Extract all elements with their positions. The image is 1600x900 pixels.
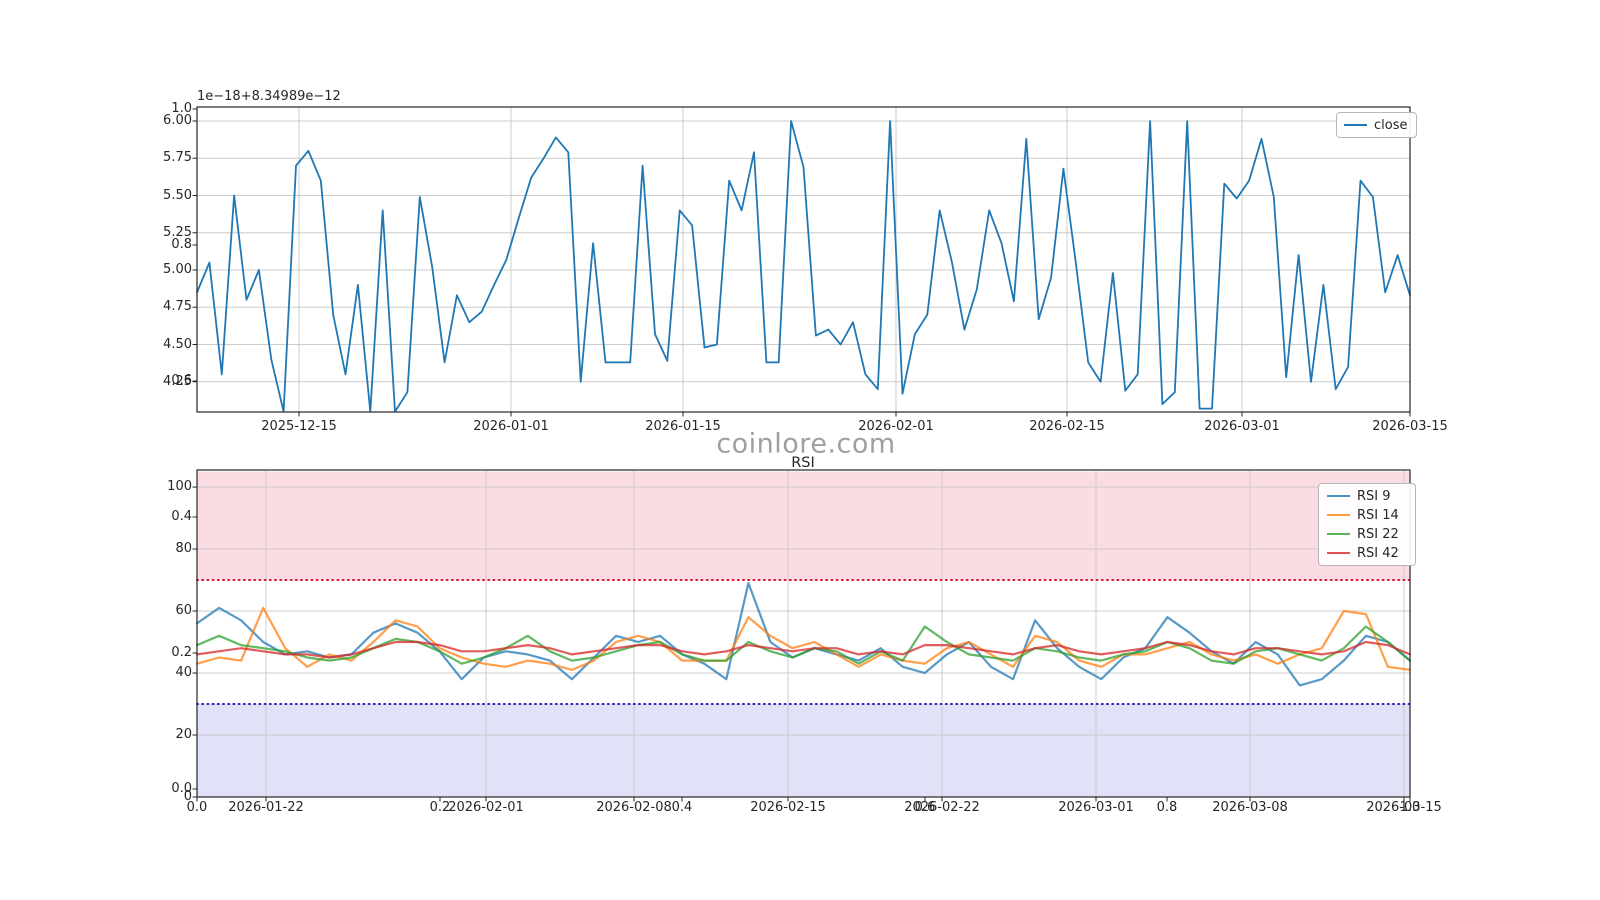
rsi42-legend-label: RSI 42 (1357, 545, 1399, 561)
rsi-overbought-band (197, 471, 1410, 581)
figure: 6.00 5.75 5.50 5.25 5.00 4.75 4.50 4.25 2025-12-… (0, 0, 1600, 900)
rsi22-legend-label: RSI 22 (1357, 526, 1399, 542)
close-legend-line-swatch (1344, 123, 1367, 127)
rsi-line-rsi9 (195, 581, 1412, 687)
close-line (196, 120, 1411, 413)
rsi-legend: RSI 9 RSI 14 RSI 22 RSI 42 (1318, 483, 1416, 566)
close-legend: close (1336, 112, 1417, 138)
rsi42-legend-line-swatch (1327, 551, 1350, 555)
close-legend-label: close (1374, 117, 1408, 133)
rsi-chart-title: RSI (791, 455, 815, 471)
rsi-legend-entry: RSI 22 (1327, 526, 1415, 542)
rsi14-legend-label: RSI 14 (1357, 507, 1399, 523)
rsi-legend-entry: RSI 14 (1327, 507, 1415, 523)
rsi-oversold-band (197, 704, 1410, 797)
rsi-legend-entry: RSI 42 (1327, 545, 1415, 561)
rsi-legend-entry: RSI 9 (1327, 488, 1415, 504)
rsi22-legend-line-swatch (1327, 532, 1350, 536)
rsi9-legend-label: RSI 9 (1357, 488, 1391, 504)
y-axis-offset-label: 1e−18+8.34989e−12 (197, 89, 341, 104)
rsi9-legend-line-swatch (1327, 494, 1350, 498)
rsi14-legend-line-swatch (1327, 513, 1350, 517)
